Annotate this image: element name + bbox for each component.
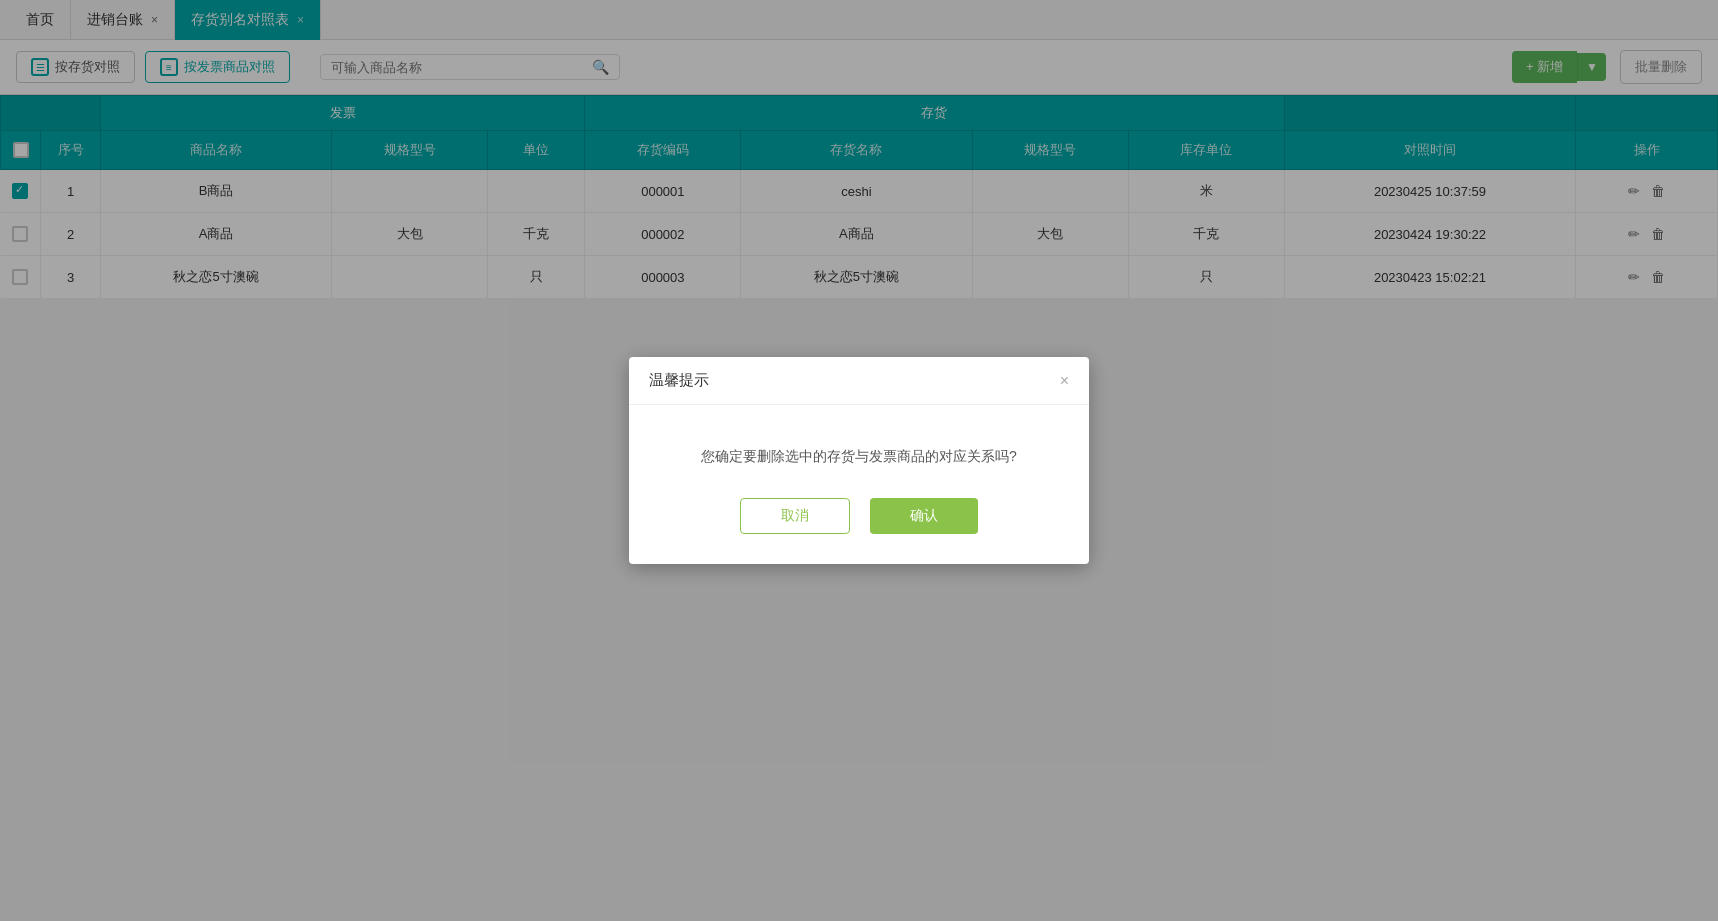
dialog-overlay: 温馨提示 × 您确定要删除选中的存货与发票商品的对应关系吗? 取消 确认 [0,0,1718,299]
